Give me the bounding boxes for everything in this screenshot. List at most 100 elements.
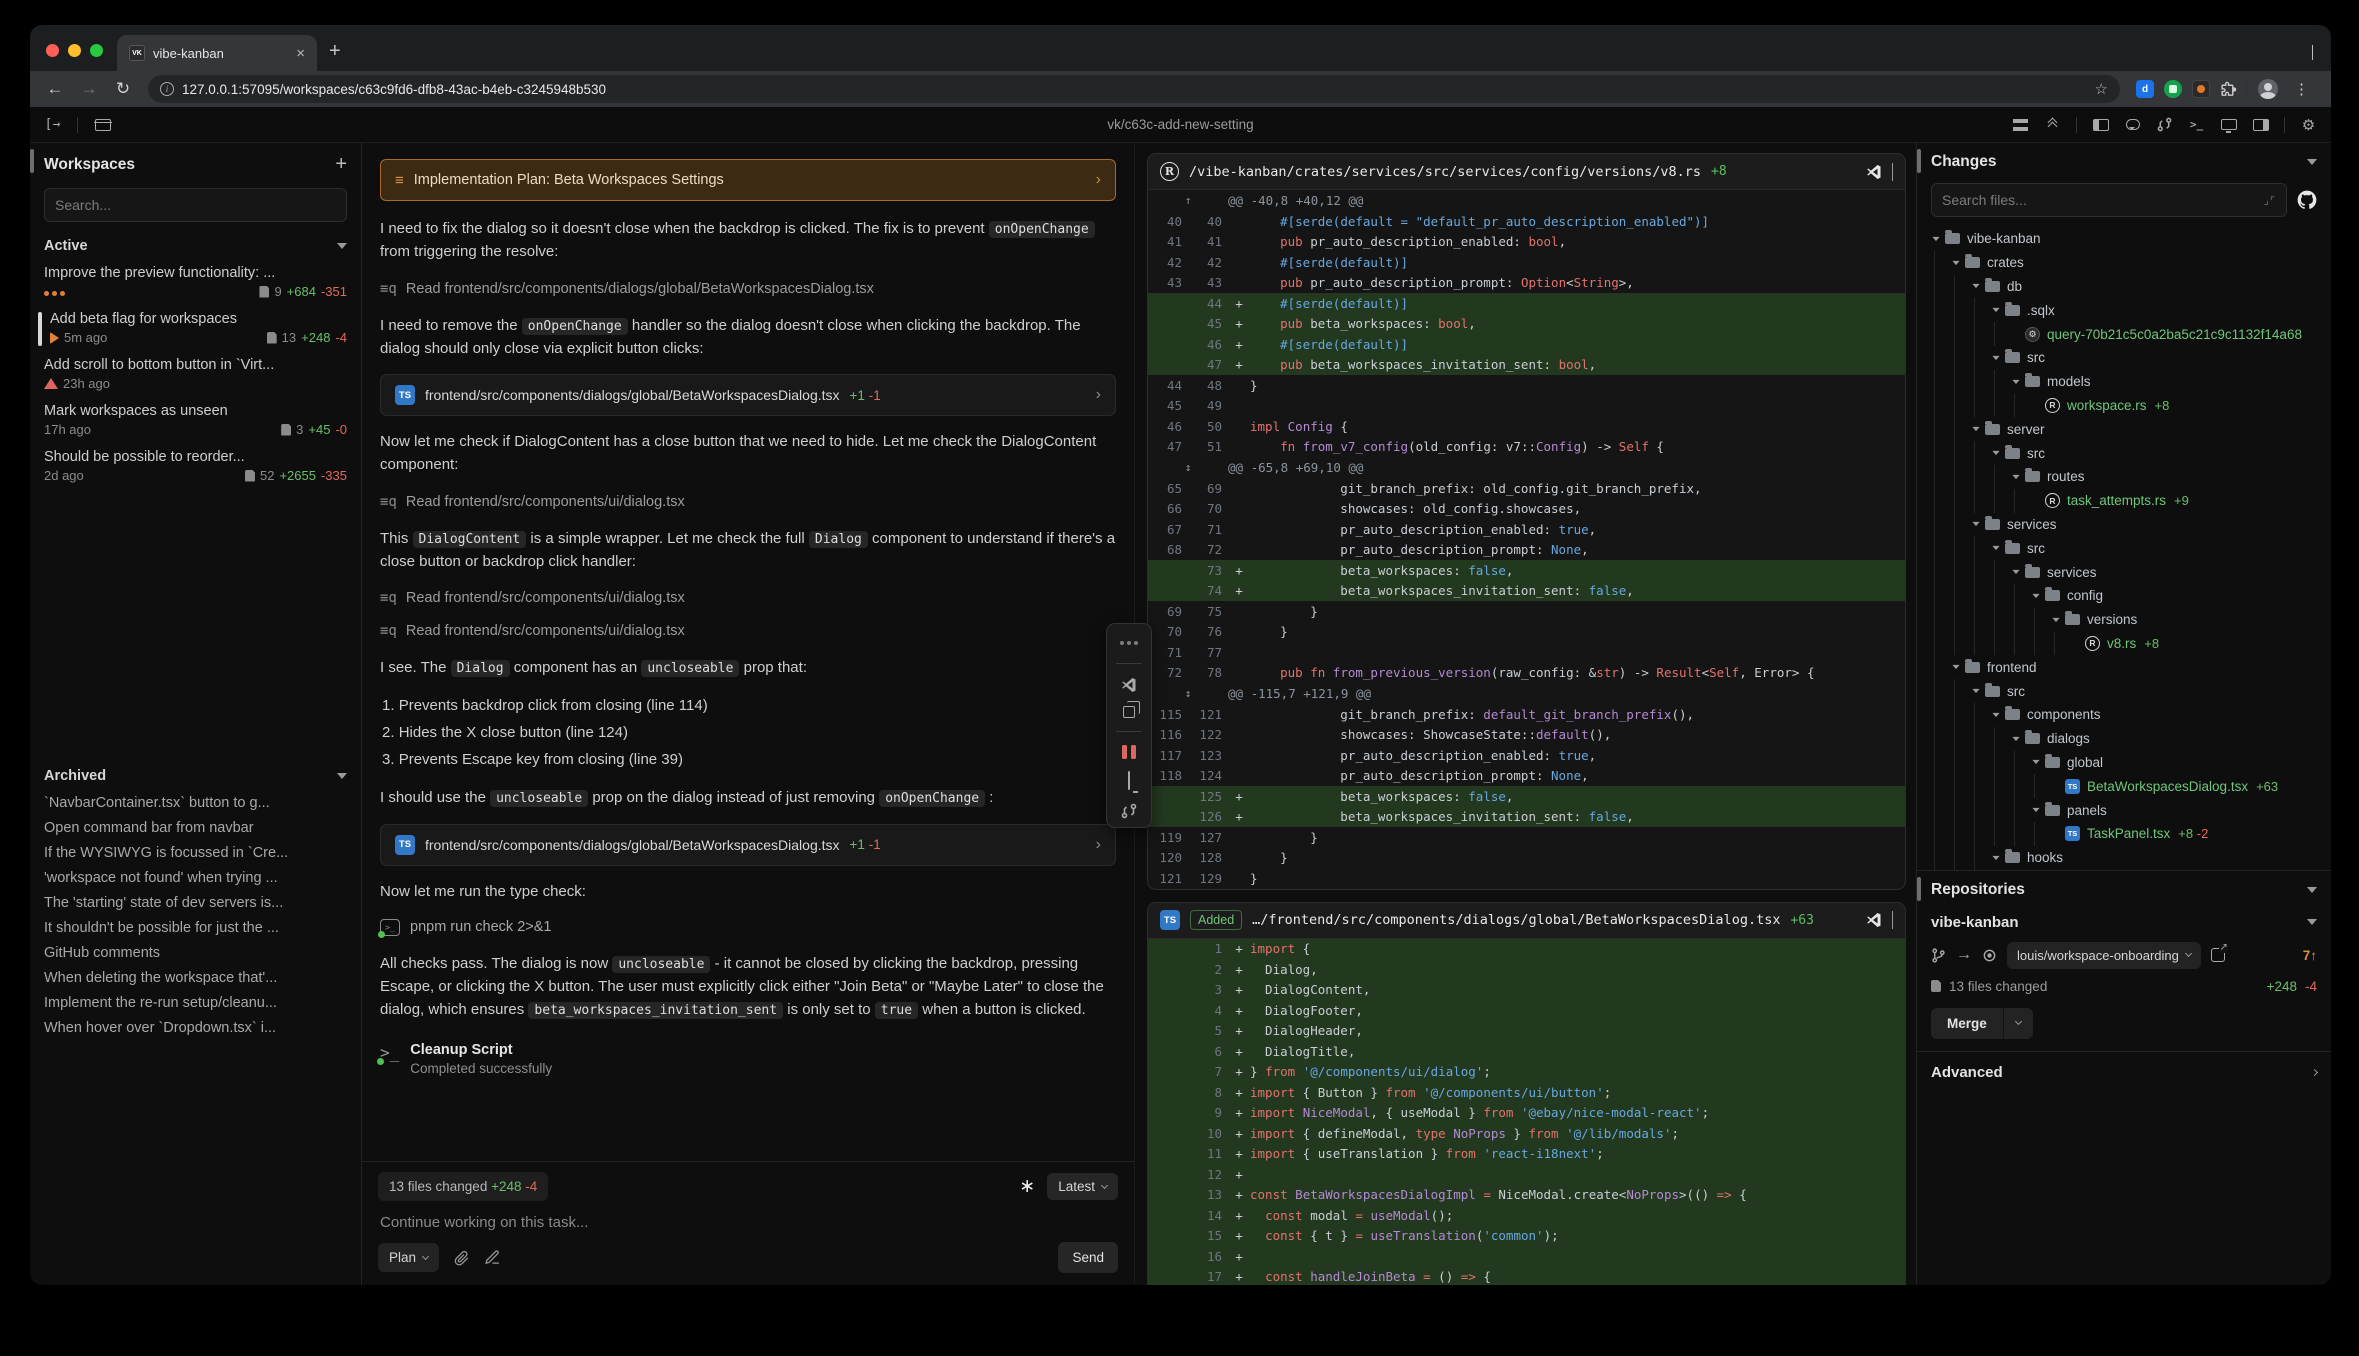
collapse-repo-icon[interactable] <box>2307 919 2317 926</box>
collapse-tree-icon[interactable]: ⌟⌜ <box>2263 194 2276 207</box>
tab-list-chevron-icon[interactable] <box>2294 45 2331 71</box>
chat-panel-icon[interactable] <box>2124 117 2141 132</box>
extensions-puzzle-icon[interactable] <box>2220 81 2237 98</box>
attach-paperclip-icon[interactable] <box>453 1249 470 1266</box>
folder-chevron-icon[interactable] <box>1989 355 2003 361</box>
url-text[interactable]: 127.0.0.1:57095/workspaces/c63c9fd6-dfb8… <box>182 82 2087 97</box>
git-compare-icon[interactable] <box>1121 803 1137 819</box>
folder-chevron-icon[interactable] <box>1989 712 2003 718</box>
send-button[interactable]: Send <box>1058 1242 1118 1273</box>
left-panel-toggle-icon[interactable] <box>2092 117 2109 132</box>
folder-chevron-icon[interactable] <box>1989 450 2003 456</box>
folder-chevron-icon[interactable] <box>2009 379 2023 385</box>
tool-read-row[interactable]: ≡q Read frontend/src/components/dialogs/g… <box>380 281 1116 297</box>
back-icon[interactable]: ← <box>40 79 70 99</box>
folder-chevron-icon[interactable] <box>1969 426 1983 432</box>
github-icon[interactable] <box>2297 190 2317 210</box>
tree-file-row[interactable]: TS BetaWorkspacesDialog.tsx +63 <box>1917 774 2331 799</box>
collapse-archived-icon[interactable] <box>337 773 347 779</box>
extension-icon[interactable] <box>2192 80 2210 98</box>
extension-icon[interactable] <box>2164 80 2182 98</box>
archived-workspace-item[interactable]: Implement the re-run setup/cleanu... <box>30 990 361 1015</box>
tool-read-row[interactable]: ≡q Read frontend/src/components/ui/dialog… <box>380 590 1116 606</box>
folder-chevron-icon[interactable] <box>2009 474 2023 480</box>
expand-hunk-icon[interactable]: ↕ <box>1148 687 1228 700</box>
git-compare-icon[interactable] <box>2156 117 2173 132</box>
open-pr-icon[interactable] <box>2210 942 2228 963</box>
terminal-icon[interactable]: >_ <box>2188 117 2205 132</box>
archived-section-header[interactable]: Archived <box>30 762 361 790</box>
archived-workspace-item[interactable]: The 'starting' state of dev servers is..… <box>30 890 361 915</box>
tree-folder-row[interactable]: crates <box>1917 250 2331 275</box>
archived-workspace-item[interactable]: Open command bar from navbar <box>30 815 361 840</box>
repo-row[interactable]: vibe-kanban <box>1917 905 2331 935</box>
tree-file-row[interactable]: Rv8.rs +8 <box>1917 631 2331 656</box>
merge-button[interactable]: Merge <box>1931 1007 2003 1039</box>
panel-drag-handle[interactable] <box>1917 876 1921 901</box>
merge-options-chevron[interactable] <box>2002 1007 2033 1039</box>
edit-pen-icon[interactable] <box>484 1249 501 1266</box>
folder-chevron-icon[interactable] <box>2029 807 2043 813</box>
changes-search-input[interactable] <box>1942 192 2263 208</box>
tool-read-row[interactable]: ≡q Read frontend/src/components/ui/dialog… <box>380 623 1116 639</box>
tree-folder-row[interactable]: db <box>1917 274 2331 299</box>
tree-folder-row[interactable]: src <box>1917 441 2331 465</box>
open-preview-icon[interactable] <box>1128 771 1130 790</box>
diff-card-header[interactable]: R/vibe-kanban/crates/services/src/servic… <box>1148 154 1905 190</box>
tab-close-icon[interactable]: × <box>296 45 305 62</box>
folder-chevron-icon[interactable] <box>2049 617 2063 623</box>
settings-gear-icon[interactable]: ⚙ <box>2300 117 2317 134</box>
tree-folder-row[interactable]: dialogs <box>1917 726 2331 751</box>
open-in-vscode-icon[interactable] <box>1866 912 1882 928</box>
sparkle-icon[interactable]: ∗ <box>1019 1175 1035 1198</box>
folder-chevron-icon[interactable] <box>2029 593 2043 599</box>
tree-folder-row[interactable]: versions <box>1917 607 2331 632</box>
folder-chevron-icon[interactable] <box>1989 545 2003 551</box>
changes-search[interactable]: ⌟⌜ <box>1931 183 2287 217</box>
new-tab-button[interactable]: + <box>317 40 355 71</box>
more-options-icon[interactable] <box>1119 632 1140 650</box>
workspace-item[interactable]: Add beta flag for workspaces 5m ago 13 +248… <box>30 306 361 352</box>
folder-chevron-icon[interactable] <box>1929 236 1943 242</box>
collapse-changes-icon[interactable] <box>2307 159 2317 165</box>
advanced-section[interactable]: Advanced <box>1917 1050 2331 1093</box>
folder-chevron-icon[interactable] <box>1949 664 1963 670</box>
browser-tab[interactable]: VK vibe-kanban × <box>117 35 317 71</box>
layout-rows-icon[interactable] <box>2012 117 2029 132</box>
folder-chevron-icon[interactable] <box>1969 283 1983 289</box>
workspace-search-input[interactable] <box>55 197 336 213</box>
tree-folder-row[interactable]: frontend <box>1917 655 2331 680</box>
archived-workspace-item[interactable]: If the WYSIWYG is focussed in `Cre... <box>30 840 361 865</box>
tool-read-row[interactable]: ≡q Read frontend/src/components/ui/dialog… <box>380 494 1116 510</box>
workspace-search[interactable] <box>44 188 347 222</box>
tree-folder-row[interactable]: services <box>1917 560 2331 584</box>
folder-chevron-icon[interactable] <box>1989 307 2003 313</box>
archived-workspace-item[interactable]: `NavbarContainer.tsx` button to g... <box>30 790 361 815</box>
expand-hunk-icon[interactable]: ↕ <box>1148 461 1228 474</box>
collapse-active-icon[interactable] <box>337 243 347 249</box>
tree-folder-row[interactable]: src <box>1917 345 2331 370</box>
workspace-item[interactable]: Add scroll to bottom button in `Virt... 2… <box>30 352 361 398</box>
folder-chevron-icon[interactable] <box>1949 260 1963 266</box>
tree-file-row[interactable]: ⚙ query-70b21c5c0a2ba5c21c9c1132f14a68 <box>1917 322 2331 346</box>
archived-workspace-item[interactable]: It shouldn't be possible for just the ..… <box>30 915 361 940</box>
tree-folder-row[interactable]: config <box>1917 583 2331 608</box>
tree-folder-row[interactable]: services <box>1917 512 2331 537</box>
tree-folder-row[interactable]: .sqlx <box>1917 298 2331 323</box>
panel-drag-handle[interactable] <box>1917 149 1921 173</box>
stop-agent-icon[interactable] <box>1122 745 1136 759</box>
folder-chevron-icon[interactable] <box>1969 688 1983 694</box>
site-info-icon[interactable]: i <box>160 82 174 96</box>
close-window-button[interactable] <box>46 44 59 57</box>
copy-icon[interactable] <box>1123 701 1140 718</box>
archived-workspace-item[interactable]: 'workspace not found' when trying ... <box>30 865 361 890</box>
workspace-item[interactable]: Improve the preview functionality: ... 9 +… <box>30 260 361 306</box>
archived-workspace-item[interactable]: When hover over `Dropdown.tsx` i... <box>30 1015 361 1040</box>
bookmark-star-icon[interactable]: ☆ <box>2095 80 2108 98</box>
tree-folder-row[interactable]: components <box>1917 702 2331 727</box>
folder-chevron-icon[interactable] <box>1969 521 1983 527</box>
tree-folder-row[interactable]: src <box>1917 536 2331 561</box>
mode-dropdown[interactable]: Plan <box>378 1243 440 1272</box>
folder-chevron-icon[interactable] <box>1989 855 2003 861</box>
archived-workspace-item[interactable]: When deleting the workspace that'... <box>30 965 361 990</box>
